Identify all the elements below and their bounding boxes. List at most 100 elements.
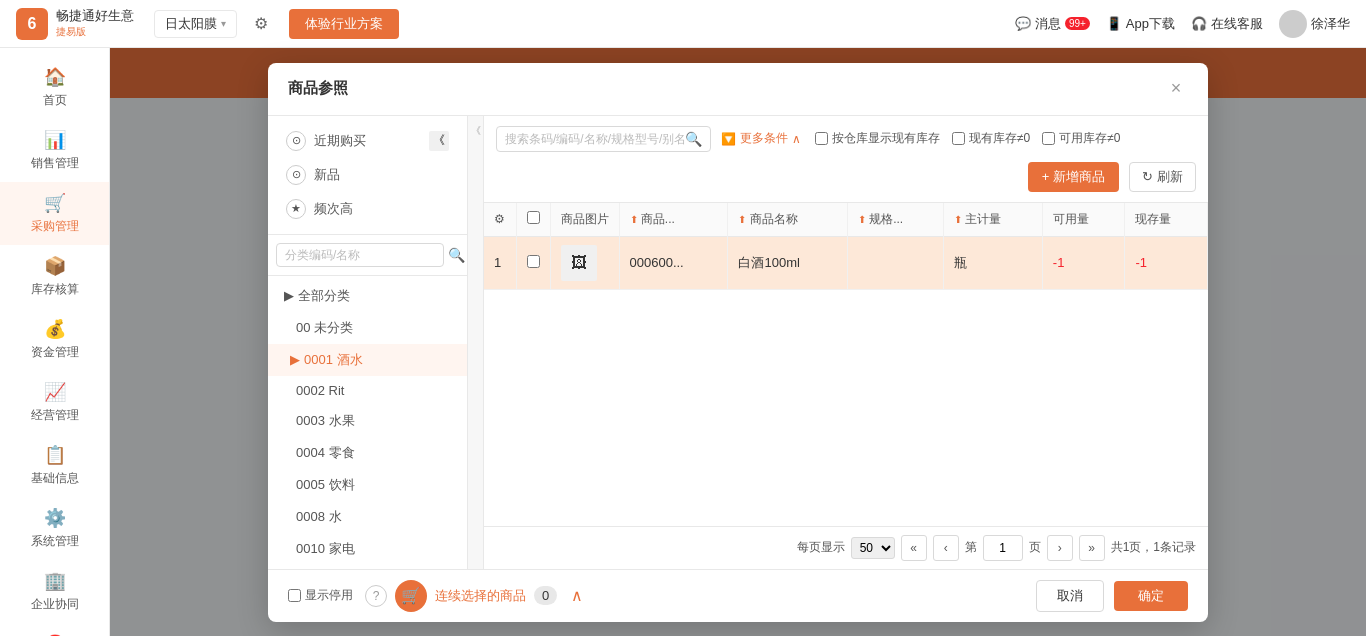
sidebar-item-collab[interactable]: 🏢 企业协同	[0, 560, 109, 623]
cat-00[interactable]: 00 未分类	[268, 312, 467, 344]
cat-0003[interactable]: 0003 水果	[268, 405, 467, 437]
online-service-item[interactable]: 🎧 在线客服	[1191, 15, 1263, 33]
th-settings[interactable]: ⚙	[484, 203, 516, 237]
cat-0005[interactable]: 0005 饮料	[268, 469, 467, 501]
sidebar-item-purchase[interactable]: 🛒 采购管理	[0, 182, 109, 245]
first-page-button[interactable]: «	[901, 535, 927, 561]
add-product-button[interactable]: + 新增商品	[1028, 162, 1119, 192]
avatar	[1279, 10, 1307, 38]
th-name[interactable]: ⬆ 商品名称	[728, 203, 847, 237]
sidebar-item-inventory[interactable]: 📦 库存核算	[0, 245, 109, 308]
message-icon: 💬	[1015, 16, 1031, 31]
sidebar-item-finance[interactable]: 💰 资金管理	[0, 308, 109, 371]
gear-button[interactable]: ⚙	[245, 8, 277, 40]
category-search-input[interactable]	[276, 243, 444, 267]
filter-icon: 🔽	[721, 132, 736, 146]
logo-sub: 捷易版	[56, 25, 134, 39]
sidebar: 🏠 首页 📊 销售管理 🛒 采购管理 📦 库存核算 💰 资金管理 📈 经营管理 …	[0, 48, 110, 636]
sidebar-item-system[interactable]: ⚙️ 系统管理	[0, 497, 109, 560]
left-panel-quick: ⊙ 近期购买 《 ⊙ 新品 ★ 频次高	[268, 116, 467, 235]
cat-0002[interactable]: 0002 Rit	[268, 376, 467, 405]
sidebar-label-sales: 销售管理	[31, 155, 79, 172]
checkbox-warehouse-stock[interactable]: 按仓库显示现有库存	[815, 130, 940, 147]
checkbox-nonzero-stock[interactable]: 现有库存≠0	[952, 130, 1030, 147]
messages-item[interactable]: 💬 消息 99+	[1015, 15, 1090, 33]
modal-body: ⊙ 近期购买 《 ⊙ 新品 ★ 频次高	[268, 116, 1208, 569]
last-page-button[interactable]: »	[1079, 535, 1105, 561]
nav-selector[interactable]: 日太阳膜 ▾	[154, 10, 237, 38]
row-checkbox[interactable]	[527, 255, 540, 268]
checkbox-available-stock[interactable]: 可用库存≠0	[1042, 130, 1120, 147]
th-stock: 现存量	[1125, 203, 1208, 237]
per-page-label: 每页显示	[797, 539, 845, 556]
show-disabled-checkbox[interactable]: 显示停用	[288, 587, 353, 604]
sidebar-item-guide[interactable]: 🎯 新手引导	[0, 623, 109, 636]
sidebar-item-sales[interactable]: 📊 销售管理	[0, 119, 109, 182]
chevron-up-icon[interactable]: ∧	[565, 584, 589, 608]
td-unit: 瓶	[943, 236, 1042, 289]
cancel-button[interactable]: 取消	[1036, 580, 1104, 612]
recent-icon: ⊙	[286, 131, 306, 151]
modal-title: 商品参照	[288, 79, 348, 98]
product-thumbnail: 🖼	[561, 245, 597, 281]
product-search-button[interactable]: 🔍	[685, 131, 702, 147]
td-code: 000600...	[619, 236, 728, 289]
th-available: 可用量	[1042, 203, 1125, 237]
quick-recent-purchase[interactable]: ⊙ 近期购买 《	[276, 124, 459, 158]
category-search: 🔍	[268, 235, 467, 276]
experience-button[interactable]: 体验行业方案	[289, 9, 399, 39]
per-page-select[interactable]: 50	[851, 537, 895, 559]
product-table: ⚙ 商品图片 ⬆	[484, 203, 1208, 290]
sidebar-label-system: 系统管理	[31, 533, 79, 550]
app-download-item[interactable]: 📱 App下载	[1106, 15, 1175, 33]
sidebar-label-basic-info: 基础信息	[31, 470, 79, 487]
td-image: 🖼	[550, 236, 619, 289]
refresh-button[interactable]: ↻ 刷新	[1129, 162, 1196, 192]
product-search-input[interactable]	[505, 132, 685, 146]
th-code[interactable]: ⬆ 商品...	[619, 203, 728, 237]
cat-0008[interactable]: 0008 水	[268, 501, 467, 533]
quick-new-products[interactable]: ⊙ 新品	[276, 158, 459, 192]
th-spec[interactable]: ⬆ 规格...	[847, 203, 943, 237]
cat-0010[interactable]: 0010 家电	[268, 533, 467, 565]
th-unit[interactable]: ⬆ 主计量	[943, 203, 1042, 237]
page-number-input[interactable]	[983, 535, 1023, 561]
table-row[interactable]: 1 🖼 000600... 白酒100ml	[484, 236, 1208, 289]
sidebar-item-operations[interactable]: 📈 经营管理	[0, 371, 109, 434]
collapse-strip[interactable]: 《	[468, 116, 484, 569]
sort-icon-code: ⬆	[630, 214, 638, 225]
prev-page-button[interactable]: ‹	[933, 535, 959, 561]
sidebar-label-purchase: 采购管理	[31, 218, 79, 235]
right-panel: 🔍 🔽 更多条件 ∧ 按仓库显示现有库存	[484, 116, 1208, 569]
sidebar-item-home[interactable]: 🏠 首页	[0, 56, 109, 119]
td-checkbox[interactable]	[516, 236, 550, 289]
cat-0004[interactable]: 0004 零食	[268, 437, 467, 469]
help-icon[interactable]: ?	[365, 585, 387, 607]
select-all-checkbox[interactable]	[527, 211, 540, 224]
cat-all[interactable]: ▶ 全部分类	[268, 280, 467, 312]
collapse-button[interactable]: 《	[429, 131, 449, 151]
confirm-button[interactable]: 确定	[1114, 581, 1188, 611]
sidebar-label-inventory: 库存核算	[31, 281, 79, 298]
star-icon: ★	[286, 199, 306, 219]
th-image: 商品图片	[550, 203, 619, 237]
footer-right: 取消 确定	[1036, 580, 1188, 612]
search-bar: 🔍 🔽 更多条件 ∧ 按仓库显示现有库存	[484, 116, 1208, 203]
new-icon: ⊙	[286, 165, 306, 185]
finance-icon: 💰	[44, 318, 66, 340]
category-list: ▶ 全部分类 00 未分类 ▶ 0001 酒水 0002 R	[268, 276, 467, 569]
quick-high-freq[interactable]: ★ 频次高	[276, 192, 459, 226]
home-icon: 🏠	[44, 66, 66, 88]
next-page-button[interactable]: ›	[1047, 535, 1073, 561]
more-filter-button[interactable]: 🔽 更多条件 ∧	[721, 130, 801, 147]
modal-close-button[interactable]: ×	[1164, 77, 1188, 101]
sidebar-item-basic-info[interactable]: 📋 基础信息	[0, 434, 109, 497]
cat-0001[interactable]: ▶ 0001 酒水	[268, 344, 467, 376]
operations-icon: 📈	[44, 381, 66, 403]
td-spec	[847, 236, 943, 289]
user-item[interactable]: 徐泽华	[1279, 10, 1350, 38]
th-checkbox	[516, 203, 550, 237]
basic-info-icon: 📋	[44, 444, 66, 466]
category-search-button[interactable]: 🔍	[448, 247, 465, 263]
inventory-icon: 📦	[44, 255, 66, 277]
